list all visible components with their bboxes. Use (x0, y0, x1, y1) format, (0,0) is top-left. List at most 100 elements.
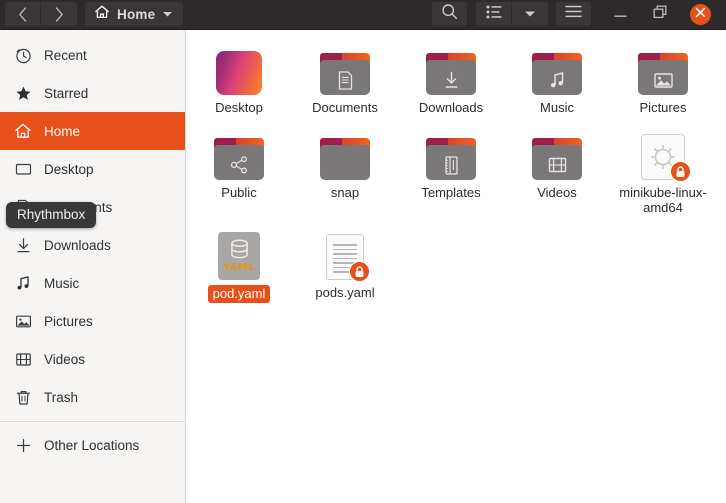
file-item-snap[interactable]: snap (292, 115, 398, 215)
icon-container (326, 224, 370, 282)
sidebar-item-label: Downloads (44, 237, 111, 253)
restore-window-icon (653, 5, 668, 24)
tooltip-label: Rhythmbox (17, 207, 86, 222)
sidebar-item-label: Home (44, 123, 81, 139)
file-label: snap (330, 185, 360, 200)
yaml-database-icon: YAML (218, 232, 260, 280)
file-label: minikube-linux-amd64 (619, 185, 707, 215)
download-icon (14, 236, 32, 254)
forward-button[interactable] (41, 2, 77, 26)
header-right-group (432, 0, 726, 29)
clock-icon (14, 46, 32, 64)
file-label: Pictures (639, 100, 687, 115)
folder-download-icon (426, 53, 476, 95)
download-glyph-icon (426, 65, 476, 95)
sidebar-item-home[interactable]: Home (0, 112, 185, 150)
template-glyph-icon (426, 150, 476, 180)
search-button[interactable] (432, 2, 468, 26)
executable-gear-icon (641, 134, 691, 182)
file-grid-row: YAML pod.yaml pods.yaml (186, 215, 726, 303)
sidebar-item-desktop[interactable]: Desktop (0, 150, 185, 188)
sidebar-item-videos[interactable]: Videos (0, 340, 185, 378)
sidebar-item-trash[interactable]: Trash (0, 378, 185, 416)
sidebar-item-label: Starred (44, 85, 89, 101)
file-item-pictures[interactable]: Pictures (610, 30, 716, 115)
file-item-videos[interactable]: Videos (504, 115, 610, 215)
file-label: Desktop (215, 100, 263, 115)
header-left-group: Home (0, 0, 187, 29)
close-button[interactable] (680, 2, 720, 26)
lock-badge-icon (670, 161, 691, 182)
file-item-desktop[interactable]: Desktop (186, 30, 292, 115)
sidebar-item-downloads[interactable]: Downloads (0, 226, 185, 264)
star-icon (14, 84, 32, 102)
file-item-pod-yaml[interactable]: YAML pod.yaml (186, 215, 292, 303)
icon-container (216, 39, 262, 95)
film-icon (14, 350, 32, 368)
folder-share-icon (214, 138, 264, 180)
home-icon (14, 122, 32, 140)
sidebar-item-pictures[interactable]: Pictures (0, 302, 185, 340)
sidebar-item-other-locations[interactable]: Other Locations (0, 426, 185, 464)
file-manager-window: Home Recent Starred Home Desktop Downloa… (0, 0, 726, 503)
image-glyph-icon (638, 65, 688, 95)
icon-container (320, 124, 370, 180)
sidebar-item-label: Pictures (44, 313, 93, 329)
view-options-button[interactable] (512, 2, 548, 26)
search-icon (441, 3, 458, 25)
file-item-downloads[interactable]: Downloads (398, 30, 504, 115)
minimize-button[interactable] (600, 2, 640, 26)
film-glyph-icon (532, 150, 582, 180)
file-item-minikube-linux-amd64[interactable]: minikube-linux-amd64 (610, 115, 716, 215)
sidebar-item-starred[interactable]: Starred (0, 74, 185, 112)
icon-container (426, 124, 476, 180)
folder-document-icon (320, 53, 370, 95)
icon-container (426, 39, 476, 95)
path-bar-title: Home (117, 6, 156, 22)
file-grid[interactable]: Desktop Documents Downloads Music Pictur… (186, 30, 726, 503)
file-label: pods.yaml (315, 285, 375, 300)
document-glyph-icon (320, 65, 370, 95)
plus-icon (14, 436, 32, 454)
music-note-icon (14, 274, 32, 292)
icon-container: YAML (218, 224, 260, 280)
icon-container (638, 39, 688, 95)
sidebar-item-music[interactable]: Music (0, 264, 185, 302)
sidebar-item-label: Videos (44, 351, 86, 367)
file-item-templates[interactable]: Templates (398, 115, 504, 215)
sidebar-item-label: Desktop (44, 161, 94, 177)
file-grid-row: Desktop Documents Downloads Music Pictur… (186, 30, 726, 115)
path-bar-home-button[interactable]: Home (85, 2, 184, 26)
text-document-icon (326, 234, 370, 282)
file-item-pods-yaml[interactable]: pods.yaml (292, 215, 398, 303)
lock-badge-icon (349, 261, 370, 282)
file-label: Music (540, 100, 574, 115)
close-button-circle (689, 3, 711, 25)
minimize-icon (614, 5, 627, 23)
folder-image-icon (638, 53, 688, 95)
hamburger-menu-icon (565, 5, 582, 23)
sidebar-item-recent[interactable]: Recent (0, 36, 185, 74)
file-label: Public (221, 185, 257, 200)
desktop-icon (14, 160, 32, 178)
share-glyph-icon (214, 150, 264, 180)
chevron-down-icon (524, 5, 536, 23)
maximize-button[interactable] (640, 2, 680, 26)
main-menu-button[interactable] (556, 2, 592, 26)
file-item-documents[interactable]: Documents (292, 30, 398, 115)
file-item-public[interactable]: Public (186, 115, 292, 215)
music-note-glyph-icon (532, 65, 582, 95)
file-label: Templates (421, 185, 481, 200)
image-icon (14, 312, 32, 330)
icon-container (320, 39, 370, 95)
list-view-button[interactable] (476, 2, 512, 26)
chevron-down-icon[interactable] (162, 5, 173, 23)
back-button[interactable] (5, 2, 41, 26)
sidebar-item-label: Recent (44, 47, 87, 63)
header-bar: Home (0, 0, 726, 30)
file-label: Documents (312, 100, 378, 115)
file-label: pod.yaml (207, 285, 271, 303)
icon-container (532, 124, 582, 180)
icon-container (532, 39, 582, 95)
file-item-music[interactable]: Music (504, 30, 610, 115)
